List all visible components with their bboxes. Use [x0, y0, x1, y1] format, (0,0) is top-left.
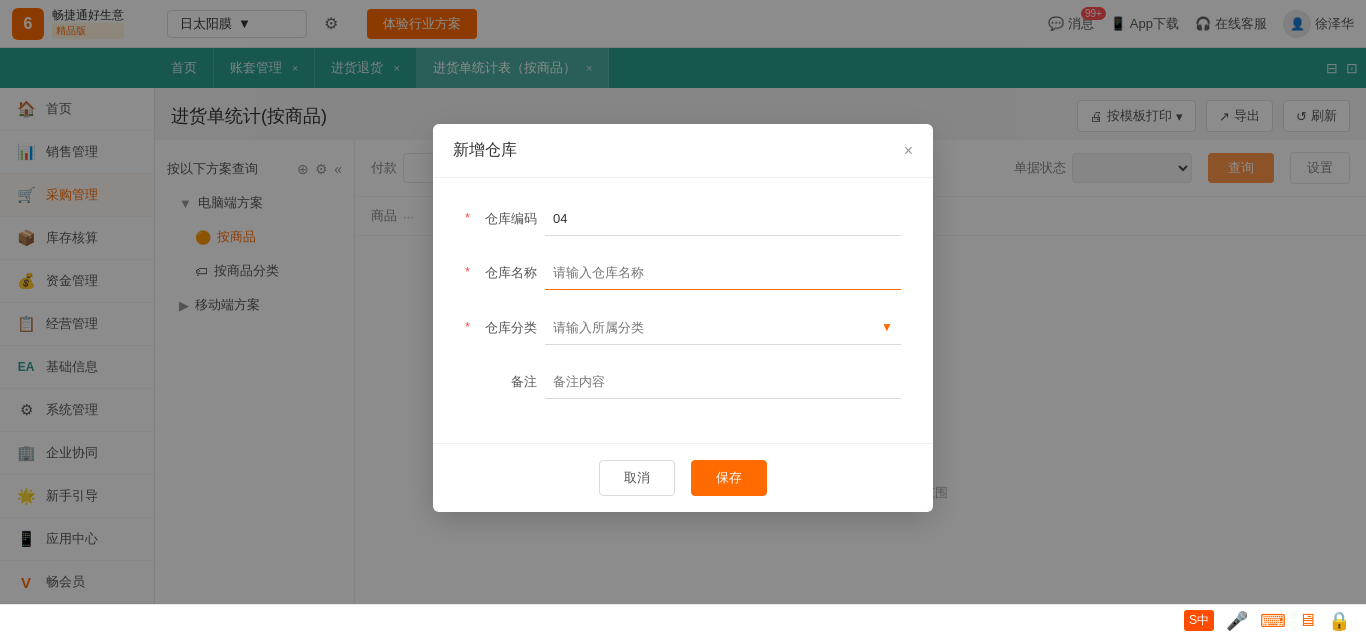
- warehouse-code-input[interactable]: [545, 202, 901, 236]
- form-label-category: 仓库分类: [465, 319, 545, 337]
- bottom-lock-icon[interactable]: 🔒: [1328, 610, 1350, 632]
- bottom-bar: S中 🎤 ⌨ 🖥 🔒: [0, 604, 1366, 636]
- cancel-button[interactable]: 取消: [599, 460, 675, 496]
- form-row-remark: 备注: [465, 365, 901, 399]
- category-select-wrapper: ▼: [545, 310, 901, 345]
- form-row-code: 仓库编码: [465, 202, 901, 236]
- modal-header: 新增仓库 ×: [433, 124, 933, 178]
- add-warehouse-modal: 新增仓库 × 仓库编码 仓库名称 仓库分类 ▼: [433, 124, 933, 512]
- form-row-name: 仓库名称: [465, 256, 901, 290]
- warehouse-category-input[interactable]: [545, 310, 901, 344]
- bottom-mic-icon[interactable]: 🎤: [1226, 610, 1248, 632]
- warehouse-name-input[interactable]: [545, 256, 901, 290]
- bottom-monitor-icon[interactable]: 🖥: [1298, 610, 1316, 631]
- save-button[interactable]: 保存: [691, 460, 767, 496]
- modal-overlay[interactable]: 新增仓库 × 仓库编码 仓库名称 仓库分类 ▼: [0, 0, 1366, 636]
- bottom-keyboard-icon[interactable]: ⌨: [1260, 610, 1286, 632]
- modal-body: 仓库编码 仓库名称 仓库分类 ▼ 备注: [433, 178, 933, 443]
- modal-title: 新增仓库: [453, 140, 517, 161]
- bottom-brand-icon: S中: [1184, 610, 1214, 631]
- form-label-remark: 备注: [465, 373, 545, 391]
- form-row-category: 仓库分类 ▼: [465, 310, 901, 345]
- modal-footer: 取消 保存: [433, 443, 933, 512]
- modal-close-button[interactable]: ×: [904, 143, 913, 159]
- warehouse-remark-input[interactable]: [545, 365, 901, 399]
- form-label-name: 仓库名称: [465, 264, 545, 282]
- form-label-code: 仓库编码: [465, 210, 545, 228]
